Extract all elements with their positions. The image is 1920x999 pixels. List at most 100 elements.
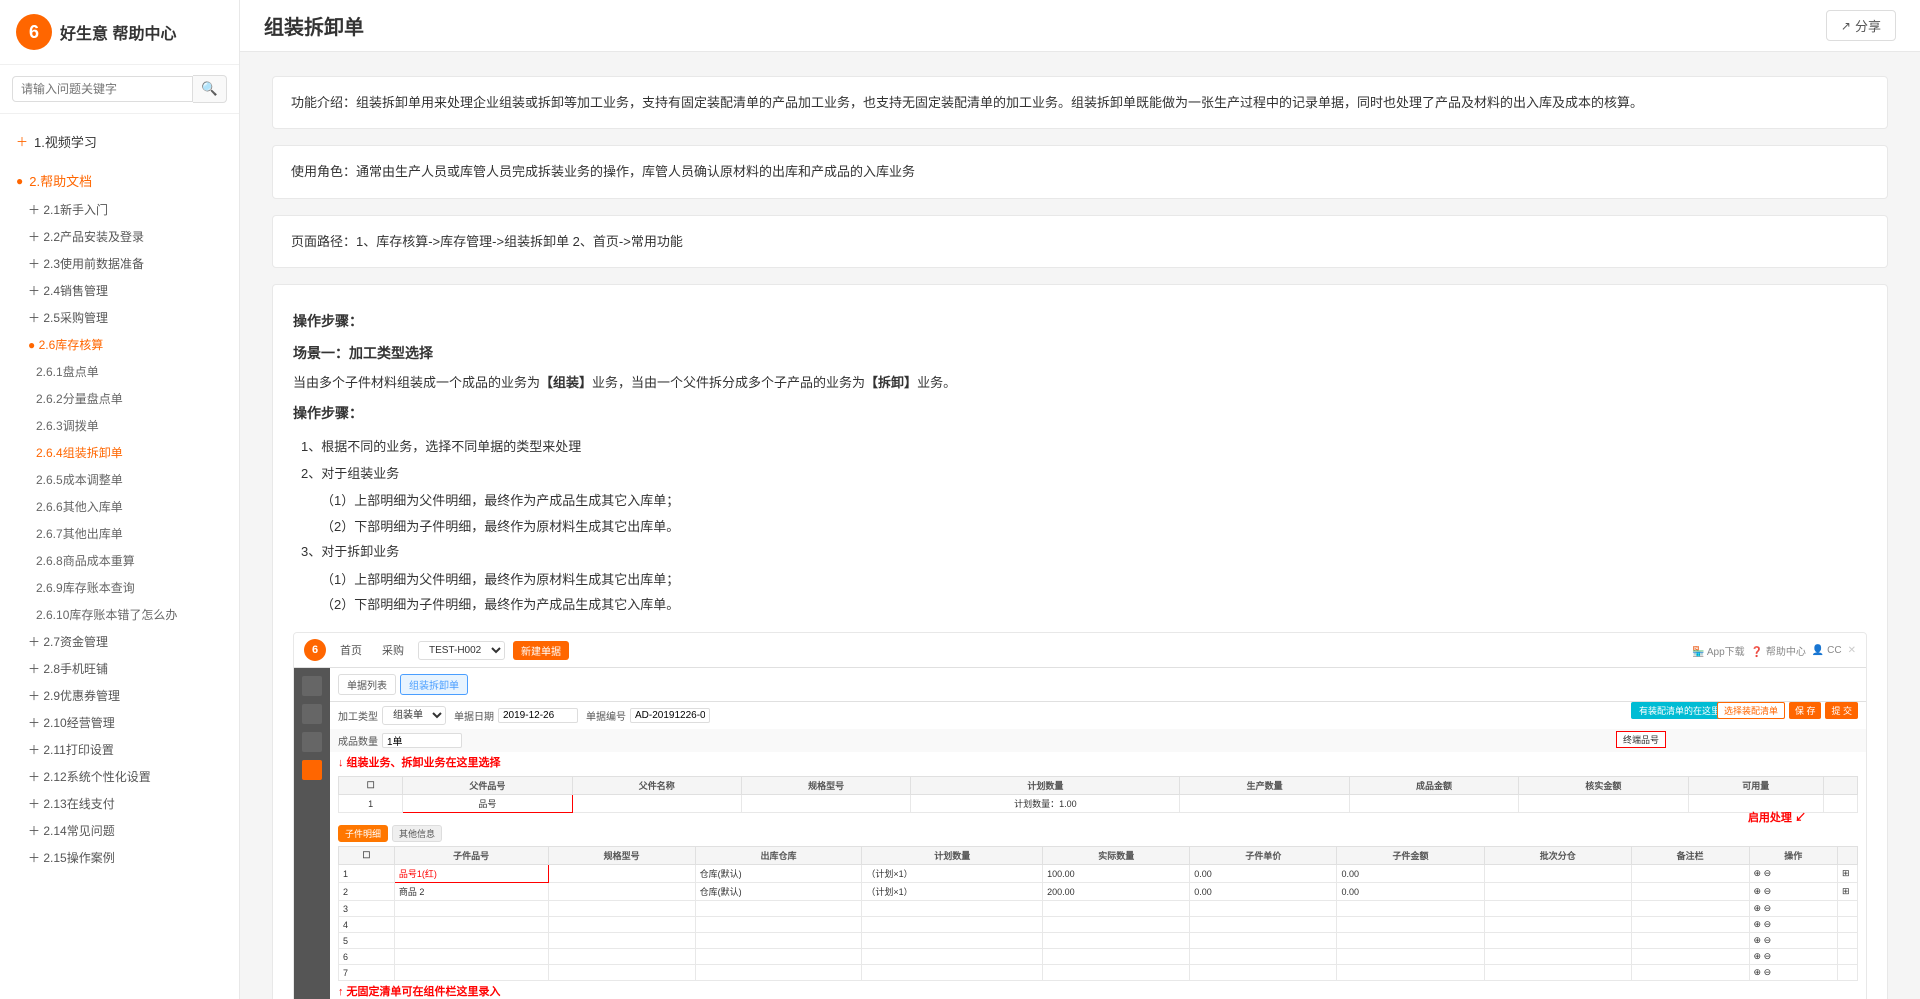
lcol-actual-qty: 实际数量 [1043,847,1190,865]
sidebar-item-mobile[interactable]: ＋ 2.8手机旺铺 [0,655,239,682]
sidebar-item-partial-check[interactable]: 2.6.2分量盘点单 [0,385,239,412]
lrow7-sku [394,965,548,981]
lrow2-planqty: （计划×1） [862,883,1043,901]
lrow1-actualqty: 100.00 [1043,865,1190,883]
lrow7-planqty [862,965,1043,981]
plus-icon-9: ＋ [28,689,40,703]
mockup-label-qty: 成品数量 [338,733,378,748]
row1-plan: 计划数量：1.00 [911,795,1180,813]
sidebar-item-transfer[interactable]: 2.6.3调拨单 [0,412,239,439]
sidebar-item-purchase[interactable]: ＋ 2.5采购管理 [0,304,239,331]
mockup-tab-components[interactable]: 子件明细 [338,825,388,842]
row1-cost [1349,795,1518,813]
lrow4-wh [695,917,862,933]
sidebar-item-cases[interactable]: ＋ 2.15操作案例 [0,844,239,871]
plus-icon-8: ＋ [28,662,40,676]
mockup-sidebar-icon4 [302,760,322,780]
sidebar-item-dataprep[interactable]: ＋ 2.3使用前数据准备 [0,250,239,277]
sidebar-item-assembly[interactable]: 2.6.4组装拆卸单 [0,439,239,466]
plus-icon-13: ＋ [28,797,40,811]
sidebar-item-ledger-error[interactable]: 2.6.10库存账本错了怎么办 [0,601,239,628]
sidebar-nav: ＋ 1.视频学习 ● 2.帮助文档 ＋ 2.1新手入门 ＋ 2.2产品安装及登录… [0,114,239,999]
mockup-sidebar-icon1 [302,676,322,696]
lrow2-note [1631,883,1749,901]
sidebar-item-inventory[interactable]: ● 2.6库存核算 [0,331,239,358]
mockup-upper-table: ☐ 父件品号 父件名称 规格型号 计划数量 生产数量 成品金额 核实金额 可用量 [338,776,1858,813]
lcol-amount: 子件金额 [1337,847,1484,865]
lrow7-expand [1838,965,1858,981]
sidebar-item-ledger-query[interactable]: 2.6.9库存账本查询 [0,574,239,601]
sidebar: 6 好生意 帮助中心 🔍 ＋ 1.视频学习 ● 2.帮助文档 ＋ 2.1新手入门 [0,0,240,999]
sidebar-item-helpdoc[interactable]: ● 2.帮助文档 [0,165,239,196]
lrow3-actualqty [1043,901,1190,917]
plus-icon: ＋ [16,133,28,150]
mockup-submit-btn[interactable]: 提 交 [1825,702,1858,719]
sidebar-item-video[interactable]: ＋ 1.视频学习 [0,126,239,157]
mockup-select-bom-btn[interactable]: 选择装配清单 [1717,702,1785,719]
mockup-type-select[interactable]: 组装单 [382,706,446,725]
mockup-lower-section: 子件明细 其他信息 ☐ 子件品号 规格型号 [330,821,1866,999]
mockup-qty-input[interactable] [382,733,462,748]
lrow5-amount [1337,933,1484,949]
row1-actual [1180,795,1349,813]
col-actual-qty: 生产数量 [1180,777,1349,795]
path-intro-text: 页面路径：1、库存核算->库存管理->组装拆卸单 2、首页->常用功能 [291,234,683,249]
mockup-form-row2: 成品数量 终端品号 [330,729,1866,752]
sidebar-item-sales[interactable]: ＋ 2.4销售管理 [0,277,239,304]
mockup-date-input[interactable] [498,708,578,723]
sidebar-item-print[interactable]: ＋ 2.11打印设置 [0,736,239,763]
lrow1-sku: 品号1(红) [394,865,548,883]
sidebar-item-cost-recalc[interactable]: 2.6.8商品成本重算 [0,547,239,574]
share-icon: ↗ [1841,19,1851,33]
plus-icon-12: ＋ [28,770,40,784]
sidebar-item-install[interactable]: ＋ 2.2产品安装及登录 [0,223,239,250]
share-button[interactable]: ↗ 分享 [1826,10,1896,41]
step3-sub2: （2）下部明细为子件明细，最终作为产成品生成其它入库单。 [293,593,1867,616]
lrow5-actualqty [1043,933,1190,949]
page-title: 组装拆卸单 [264,11,364,40]
mockup-lower-table: ☐ 子件品号 规格型号 出库仓库 计划数量 实际数量 子件单价 子件金额 [338,846,1858,981]
mockup-new-btn[interactable]: 新建单据 [513,641,569,660]
lrow1-planqty: （计划×1） [862,865,1043,883]
lrow2-wh: 仓库(默认) [695,883,862,901]
annotation-enable-text: 启用处理 ↙ [1748,809,1806,825]
sidebar-item-other-in[interactable]: 2.6.6其他入库单 [0,493,239,520]
mockup-save-btn[interactable]: 保 存 [1789,702,1822,719]
sidebar-item-newuser[interactable]: ＋ 2.1新手入门 [0,196,239,223]
mockup-company-select[interactable]: TEST-H002 [418,641,505,660]
mockup-tab-detail[interactable]: 组装拆卸单 [400,674,468,695]
nav-section-helpdoc: ● 2.帮助文档 ＋ 2.1新手入门 ＋ 2.2产品安装及登录 ＋ 2.3使用前… [0,161,239,875]
mockup-form-row1: 加工类型 组装单 单据日期 单据编号 [330,702,1866,729]
plus-icon-14: ＋ [28,824,40,838]
lrow4-sku [394,917,548,933]
mockup-tab-list[interactable]: 单据列表 [338,674,396,695]
search-button[interactable]: 🔍 [193,75,227,103]
search-input[interactable] [12,76,193,102]
lrow7-check: 7 [339,965,395,981]
mockup-logo: 6 [304,639,326,661]
lcol-batch: 批次分仓 [1484,847,1631,865]
sidebar-item-faq[interactable]: ＋ 2.14常见问题 [0,817,239,844]
lrow3-wh [695,901,862,917]
mockup-tab-other[interactable]: 其他信息 [392,825,442,842]
col-plan-qty: 计划数量 [911,777,1180,795]
lrow3-sku [394,901,548,917]
sidebar-item-ops[interactable]: ＋ 2.10经营管理 [0,709,239,736]
lrow5-wh [695,933,862,949]
plus-icon-5: ＋ [28,284,40,298]
sidebar-item-online-pay[interactable]: ＋ 2.13在线支付 [0,790,239,817]
sidebar-item-coupon[interactable]: ＋ 2.9优惠券管理 [0,682,239,709]
lcol-expand [1838,847,1858,865]
mockup-app-store: 🏪 App下载 [1692,643,1744,658]
lrow1-amount: 0.00 [1337,865,1484,883]
mockup-docno-input[interactable] [630,708,710,723]
sidebar-item-fund[interactable]: ＋ 2.7资金管理 [0,628,239,655]
sidebar-item-custom[interactable]: ＋ 2.12系统个性化设置 [0,763,239,790]
sidebar-item-cost-adj[interactable]: 2.6.5成本调整单 [0,466,239,493]
lrow6-check: 6 [339,949,395,965]
mockup-label-date: 单据日期 [454,708,494,723]
sidebar-item-other-out[interactable]: 2.6.7其他出库单 [0,520,239,547]
lrow4-ops: ⊕ ⊖ [1749,917,1837,933]
sidebar-item-stockcheck[interactable]: 2.6.1盘点单 [0,358,239,385]
lrow2-spec [548,883,695,901]
